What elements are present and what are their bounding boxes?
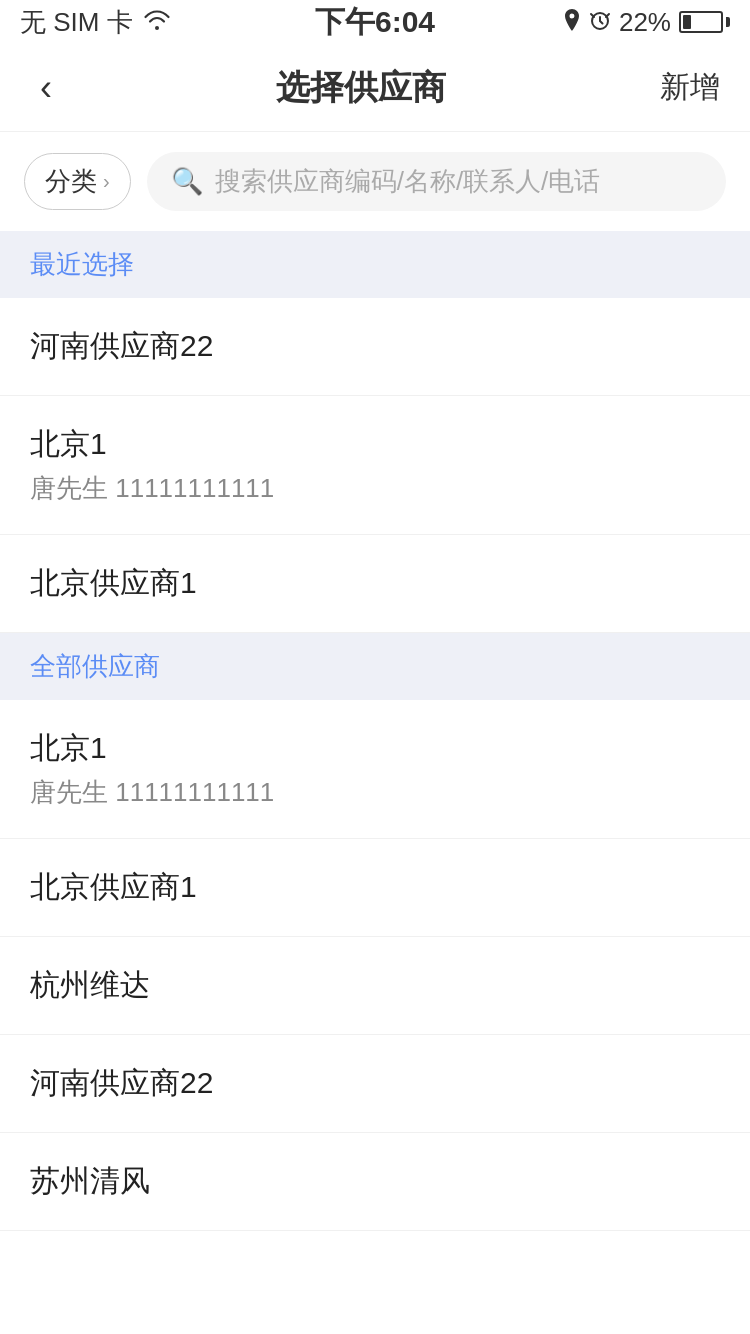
chevron-right-icon: › (103, 170, 110, 193)
all-section-header: 全部供应商 (0, 633, 750, 700)
list-item[interactable]: 北京1 唐先生 11111111111 (0, 700, 750, 839)
carrier-label: 无 SIM 卡 (20, 5, 133, 40)
status-right: 22% (563, 7, 730, 38)
list-item[interactable]: 北京1 唐先生 11111111111 (0, 396, 750, 535)
item-name: 北京1 (30, 424, 720, 465)
item-name: 河南供应商22 (30, 326, 720, 367)
battery-icon (679, 11, 730, 33)
item-name: 北京供应商1 (30, 563, 720, 604)
category-button[interactable]: 分类 › (24, 153, 131, 210)
item-name: 杭州维达 (30, 965, 720, 1006)
search-icon: 🔍 (171, 166, 203, 197)
all-section-label: 全部供应商 (30, 651, 160, 681)
category-label: 分类 (45, 164, 97, 199)
list-item[interactable]: 河南供应商22 (0, 1035, 750, 1133)
item-name: 北京1 (30, 728, 720, 769)
item-name: 苏州清风 (30, 1161, 720, 1202)
item-name: 北京供应商1 (30, 867, 720, 908)
page-title: 选择供应商 (276, 65, 446, 111)
list-item[interactable]: 北京供应商1 (0, 535, 750, 633)
status-left: 无 SIM 卡 (20, 5, 171, 40)
battery-label: 22% (619, 7, 671, 38)
filter-row: 分类 › 🔍 搜索供应商编码/名称/联系人/电话 (0, 132, 750, 231)
alarm-icon (589, 7, 611, 38)
list-item[interactable]: 杭州维达 (0, 937, 750, 1035)
status-time: 下午6:04 (315, 2, 435, 43)
back-button[interactable]: ‹ (30, 57, 62, 119)
list-item[interactable]: 北京供应商1 (0, 839, 750, 937)
all-list: 北京1 唐先生 11111111111 北京供应商1 杭州维达河南供应商22 苏州清风 (0, 700, 750, 1231)
search-placeholder: 搜索供应商编码/名称/联系人/电话 (215, 164, 601, 199)
status-bar: 无 SIM 卡 下午6:04 22% (0, 0, 750, 44)
recent-list: 河南供应商22 北京1 唐先生 11111111111 北京供应商1 (0, 298, 750, 633)
item-sub: 唐先生 11111111111 (30, 471, 720, 506)
item-sub: 唐先生 11111111111 (30, 775, 720, 810)
list-item[interactable]: 苏州清风 (0, 1133, 750, 1231)
add-button[interactable]: 新增 (660, 67, 720, 108)
search-box[interactable]: 🔍 搜索供应商编码/名称/联系人/电话 (147, 152, 726, 211)
recent-section-header: 最近选择 (0, 231, 750, 298)
list-item[interactable]: 河南供应商22 (0, 298, 750, 396)
wifi-icon (143, 7, 171, 38)
recent-section-label: 最近选择 (30, 249, 134, 279)
nav-bar: ‹ 选择供应商 新增 (0, 44, 750, 132)
item-name: 河南供应商22 (30, 1063, 720, 1104)
location-icon (563, 7, 581, 38)
